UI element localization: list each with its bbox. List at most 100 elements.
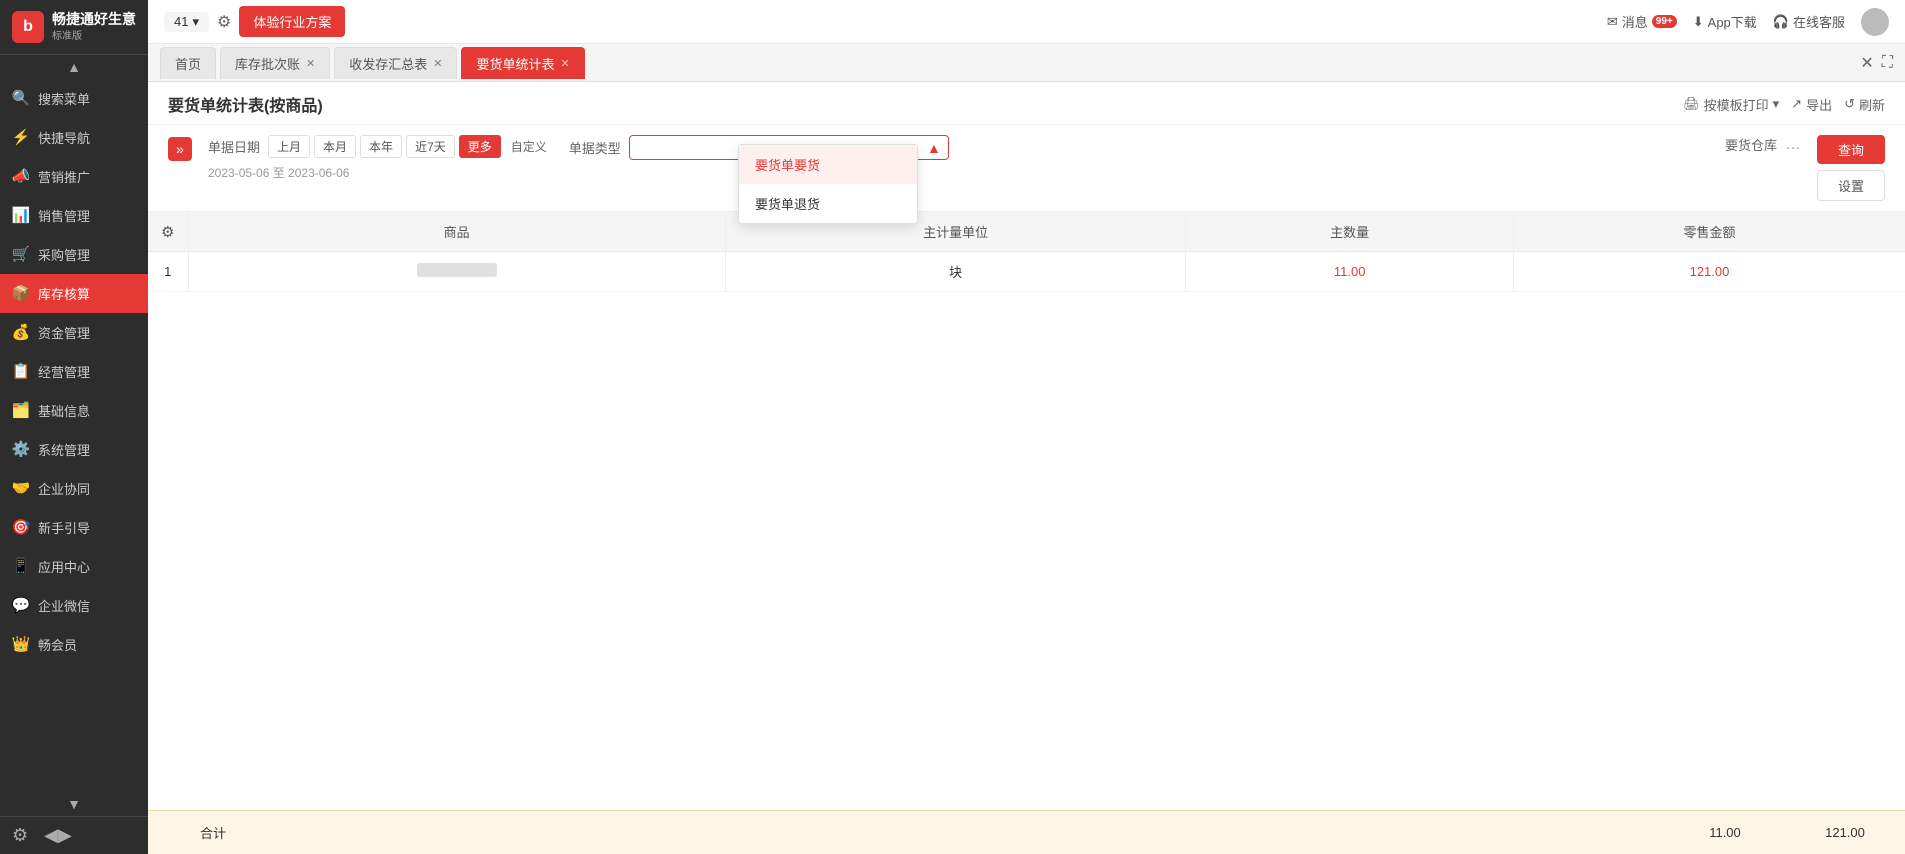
col-settings-icon[interactable]: ⚙ bbox=[148, 212, 188, 252]
message-icon: ✉ bbox=[1607, 14, 1618, 30]
download-icon: ⬇ bbox=[1693, 14, 1704, 30]
product-blurred bbox=[417, 263, 497, 277]
sidebar-item-finance[interactable]: 💰 资金管理 bbox=[0, 313, 148, 352]
inventory-icon: 📦 bbox=[12, 284, 30, 302]
cell-index: 1 bbox=[148, 252, 188, 292]
warehouse-more-icon[interactable]: … bbox=[1785, 136, 1801, 154]
sidebar-item-guide[interactable]: 🎯 新手引导 bbox=[0, 508, 148, 547]
guide-icon: 🎯 bbox=[12, 518, 30, 536]
collapse-icon[interactable]: ◀▶ bbox=[44, 825, 72, 846]
user-avatar[interactable] bbox=[1861, 8, 1889, 36]
base-icon: 🗂️ bbox=[12, 401, 30, 419]
tab-receive-send[interactable]: 收发存汇总表 ✕ bbox=[334, 47, 457, 79]
col-product: 商品 bbox=[188, 212, 725, 252]
dropdown-item-requisition[interactable]: 要货单要货 bbox=[739, 145, 917, 184]
headset-icon: 🎧 bbox=[1773, 14, 1789, 30]
settings-btn[interactable]: 设置 bbox=[1817, 170, 1885, 201]
tab-close-icon[interactable]: ✕ bbox=[306, 57, 315, 70]
date-btn-more[interactable]: 更多 bbox=[459, 135, 501, 158]
sidebar-item-system[interactable]: ⚙️ 系统管理 bbox=[0, 430, 148, 469]
messages-btn[interactable]: ✉ 消息 99+ bbox=[1607, 12, 1677, 31]
sidebar-item-label: 搜索菜单 bbox=[38, 89, 90, 108]
print-btn[interactable]: 🖨 按模板打印 ▾ bbox=[1683, 95, 1779, 114]
filter-warehouse-group: 要货仓库 … bbox=[1725, 135, 1801, 154]
marketing-icon: 📣 bbox=[12, 167, 30, 185]
sidebar-item-label: 企业协同 bbox=[38, 479, 90, 498]
sidebar-nav: 🔍 搜索菜单 ⚡ 快捷导航 📣 营销推广 📊 销售管理 🛒 采购管理 📦 库存核… bbox=[0, 79, 148, 792]
sidebar-item-appstore[interactable]: 📱 应用中心 bbox=[0, 547, 148, 586]
tab-inventory-batch[interactable]: 库存批次账 ✕ bbox=[220, 47, 330, 79]
sidebar-item-purchase[interactable]: 🛒 采购管理 bbox=[0, 235, 148, 274]
sidebar-bottom: ⚙ ◀▶ bbox=[0, 816, 148, 854]
tab-close-icon[interactable]: ✕ bbox=[561, 57, 570, 70]
chevron-down-icon[interactable]: ▾ bbox=[192, 14, 199, 30]
page-content: 要货单统计表(按商品) 🖨 按模板打印 ▾ ↗ 导出 ↺ 刷新 » bbox=[148, 82, 1905, 854]
sidebar-item-inventory[interactable]: 📦 库存核算 bbox=[0, 274, 148, 313]
sidebar-scroll-down[interactable]: ▼ bbox=[0, 792, 148, 816]
tabs-bar: 首页 库存批次账 ✕ 收发存汇总表 ✕ 要货单统计表 ✕ ✕ ⛶ bbox=[148, 44, 1905, 82]
appstore-icon: 📱 bbox=[12, 557, 30, 575]
sidebar-item-label: 采购管理 bbox=[38, 245, 90, 264]
logo-text: 畅捷通好生意 标准版 bbox=[52, 10, 136, 44]
refresh-icon: ↺ bbox=[1844, 96, 1855, 112]
date-btn-last-month[interactable]: 上月 bbox=[268, 135, 310, 158]
query-btn[interactable]: 查询 bbox=[1817, 135, 1885, 164]
type-dropdown-arrow[interactable]: ▲ bbox=[927, 140, 941, 156]
col-qty: 主数量 bbox=[1186, 212, 1514, 252]
tab-order-stats[interactable]: 要货单统计表 ✕ bbox=[461, 47, 584, 79]
tab-collapse-icon[interactable]: ✕ bbox=[1860, 53, 1873, 73]
tab-close-icon[interactable]: ✕ bbox=[433, 57, 442, 70]
sidebar-item-label: 畅会员 bbox=[38, 635, 77, 654]
sidebar-item-member[interactable]: 👑 畅会员 bbox=[0, 625, 148, 664]
trial-btn[interactable]: 体验行业方案 bbox=[239, 6, 345, 37]
date-btn-7days[interactable]: 近7天 bbox=[406, 135, 455, 158]
online-service-btn[interactable]: 🎧 在线客服 bbox=[1773, 12, 1845, 31]
sidebar-item-label: 新手引导 bbox=[38, 518, 90, 537]
topbar-gear-icon[interactable]: ⚙ bbox=[217, 12, 231, 32]
retail-link[interactable]: 121.00 bbox=[1690, 264, 1730, 279]
sidebar-item-wechat[interactable]: 💬 企业微信 bbox=[0, 586, 148, 625]
chevron-down-icon: ▾ bbox=[1773, 96, 1780, 112]
date-label: 单据日期 bbox=[208, 137, 260, 156]
sidebar-item-label: 销售管理 bbox=[38, 206, 90, 225]
sidebar-item-base[interactable]: 🗂️ 基础信息 bbox=[0, 391, 148, 430]
tab-expand-icon[interactable]: ⛶ bbox=[1882, 54, 1893, 72]
tab-home[interactable]: 首页 bbox=[160, 47, 216, 79]
sidebar-item-label: 系统管理 bbox=[38, 440, 90, 459]
sidebar-item-sales[interactable]: 📊 销售管理 bbox=[0, 196, 148, 235]
dropdown-item-return[interactable]: 要货单退货 bbox=[739, 184, 917, 223]
footer-label: 合计 bbox=[200, 826, 226, 841]
refresh-btn[interactable]: ↺ 刷新 bbox=[1844, 95, 1885, 114]
sidebar-item-enterprise[interactable]: 🤝 企业协同 bbox=[0, 469, 148, 508]
sidebar-item-label: 经营管理 bbox=[38, 362, 90, 381]
col-retail: 零售金额 bbox=[1513, 212, 1905, 252]
sidebar-item-marketing[interactable]: 📣 营销推广 bbox=[0, 157, 148, 196]
export-btn[interactable]: ↗ 导出 bbox=[1791, 95, 1832, 114]
sidebar-item-shortcut[interactable]: ⚡ 快捷导航 bbox=[0, 118, 148, 157]
tab-count-badge: 41 ▾ bbox=[164, 12, 209, 32]
qty-link[interactable]: 11.00 bbox=[1334, 264, 1366, 279]
sidebar-item-search[interactable]: 🔍 搜索菜单 bbox=[0, 79, 148, 118]
tab-label: 首页 bbox=[175, 54, 201, 73]
cell-retail: 121.00 bbox=[1513, 252, 1905, 292]
shortcut-icon: ⚡ bbox=[12, 128, 30, 146]
sidebar-item-operation[interactable]: 📋 经营管理 bbox=[0, 352, 148, 391]
sidebar-scroll-up[interactable]: ▲ bbox=[0, 55, 148, 79]
date-btn-this-year[interactable]: 本年 bbox=[360, 135, 402, 158]
enterprise-icon: 🤝 bbox=[12, 479, 30, 497]
app-download-btn[interactable]: ⬇ App下载 bbox=[1693, 12, 1757, 31]
filter-row: » 单据日期 上月 本月 本年 近7天 更多 自定义 2023-05-06 至 … bbox=[148, 125, 1905, 212]
filter-expand-btn[interactable]: » bbox=[168, 137, 192, 161]
purchase-icon: 🛒 bbox=[12, 245, 30, 263]
warehouse-label: 要货仓库 bbox=[1725, 135, 1777, 154]
page-title: 要货单统计表(按商品) bbox=[168, 92, 323, 116]
filter-actions: 查询 设置 bbox=[1817, 135, 1885, 201]
settings-icon[interactable]: ⚙ bbox=[12, 825, 28, 846]
date-btn-this-month[interactable]: 本月 bbox=[314, 135, 356, 158]
sidebar-item-label: 营销推广 bbox=[38, 167, 90, 186]
operation-icon: 📋 bbox=[12, 362, 30, 380]
date-custom-btn[interactable]: 自定义 bbox=[505, 136, 553, 157]
system-icon: ⚙️ bbox=[12, 440, 30, 458]
tab-label: 要货单统计表 bbox=[476, 54, 554, 73]
table-footer: 合计 11.00 121.00 bbox=[148, 810, 1905, 854]
